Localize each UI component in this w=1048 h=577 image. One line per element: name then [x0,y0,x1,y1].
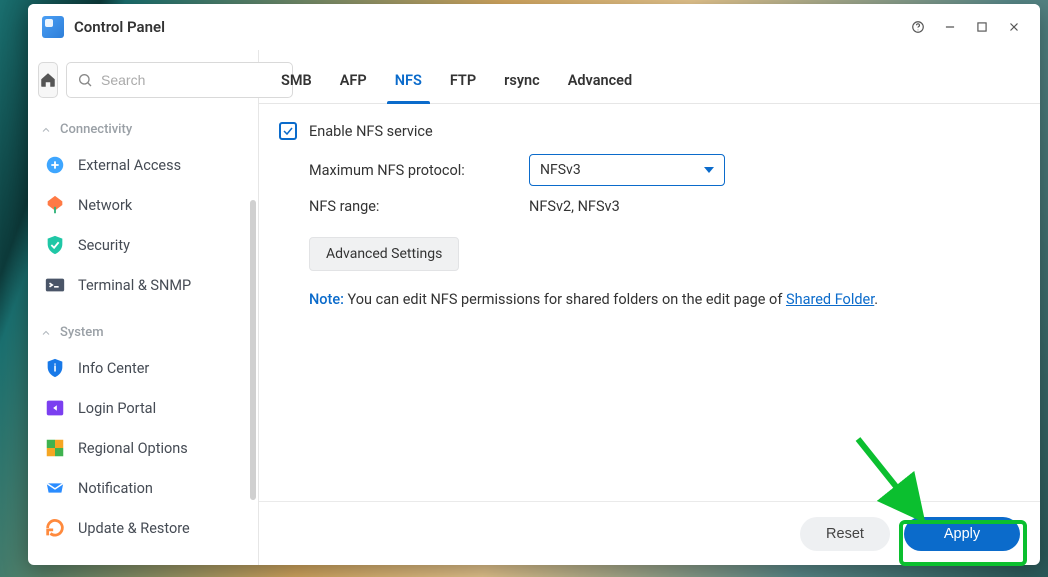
tab-smb[interactable]: SMB [279,72,314,103]
sidebar-item-terminal-snmp[interactable]: Terminal & SNMP [38,265,244,305]
svg-text:i: i [53,363,56,375]
notification-icon [44,477,66,499]
regional-icon [44,437,66,459]
reset-button[interactable]: Reset [800,517,890,551]
max-protocol-label: Maximum NFS protocol: [309,162,529,179]
sidebar-item-label: Network [78,197,132,214]
sidebar-item-regional-options[interactable]: Regional Options [38,428,244,468]
network-icon [44,194,66,216]
check-icon [282,125,294,137]
tab-nfs[interactable]: NFS [393,72,424,103]
sidebar-item-label: Regional Options [78,440,188,457]
close-icon[interactable] [1002,15,1026,39]
update-icon [44,517,66,539]
search-icon [77,72,93,88]
sidebar-item-label: Update & Restore [78,520,190,537]
nfs-range-label: NFS range: [309,198,529,215]
search-input[interactable] [101,72,282,88]
tab-afp[interactable]: AFP [338,72,369,103]
sidebar-item-update-restore[interactable]: Update & Restore [38,508,244,548]
sidebar-item-label: Notification [78,480,153,497]
group-label: Connectivity [60,122,132,137]
sidebar-item-label: Login Portal [78,400,156,417]
sidebar-item-label: Security [78,237,130,254]
sidebar-item-info-center[interactable]: i Info Center [38,348,244,388]
group-system[interactable]: System [38,317,244,348]
main-panel: SMB AFP NFS FTP rsync Advanced Enable NF… [259,50,1040,565]
nfs-range-value: NFSv2, NFSv3 [529,198,620,215]
sidebar-item-label: Terminal & SNMP [78,277,191,294]
sidebar-item-login-portal[interactable]: Login Portal [38,388,244,428]
max-protocol-select[interactable]: NFSv3 [529,154,725,186]
enable-nfs-checkbox[interactable] [279,122,297,140]
group-label: System [60,325,104,340]
sidebar-item-external-access[interactable]: External Access [38,145,244,185]
app-icon [42,16,64,38]
sidebar-item-label: External Access [78,157,181,174]
sidebar-scrollbar[interactable] [250,200,256,500]
tab-ftp[interactable]: FTP [448,72,478,103]
chevron-up-icon [40,124,52,136]
sidebar-item-notification[interactable]: Notification [38,468,244,508]
select-value: NFSv3 [540,162,581,178]
titlebar: Control Panel [28,4,1040,50]
help-icon[interactable] [906,15,930,39]
chevron-down-icon [704,165,714,175]
apply-button[interactable]: Apply [904,517,1020,551]
tab-advanced[interactable]: Advanced [566,72,634,103]
tab-content: Enable NFS service Maximum NFS protocol:… [259,104,1040,501]
group-connectivity[interactable]: Connectivity [38,114,244,145]
enable-nfs-label: Enable NFS service [309,123,433,140]
sidebar: Connectivity External Access Network Sec… [28,50,259,565]
sidebar-item-label: Info Center [78,360,149,377]
login-portal-icon [44,397,66,419]
window-title: Control Panel [74,18,165,36]
footer: Reset Apply [259,501,1040,565]
external-access-icon [44,154,66,176]
sidebar-item-security[interactable]: Security [38,225,244,265]
tabs: SMB AFP NFS FTP rsync Advanced [259,50,1040,104]
info-icon: i [44,357,66,379]
terminal-icon [44,274,66,296]
home-button[interactable] [38,62,58,98]
chevron-up-icon [40,327,52,339]
note-prefix: Note: [309,291,344,308]
control-panel-window: Control Panel [28,4,1040,565]
tab-rsync[interactable]: rsync [502,72,542,103]
advanced-settings-button[interactable]: Advanced Settings [309,237,459,271]
note-text: Note: You can edit NFS permissions for s… [309,291,1020,308]
maximize-icon[interactable] [970,15,994,39]
sidebar-item-network[interactable]: Network [38,185,244,225]
shield-icon [44,234,66,256]
shared-folder-link[interactable]: Shared Folder [786,291,874,308]
minimize-icon[interactable] [938,15,962,39]
